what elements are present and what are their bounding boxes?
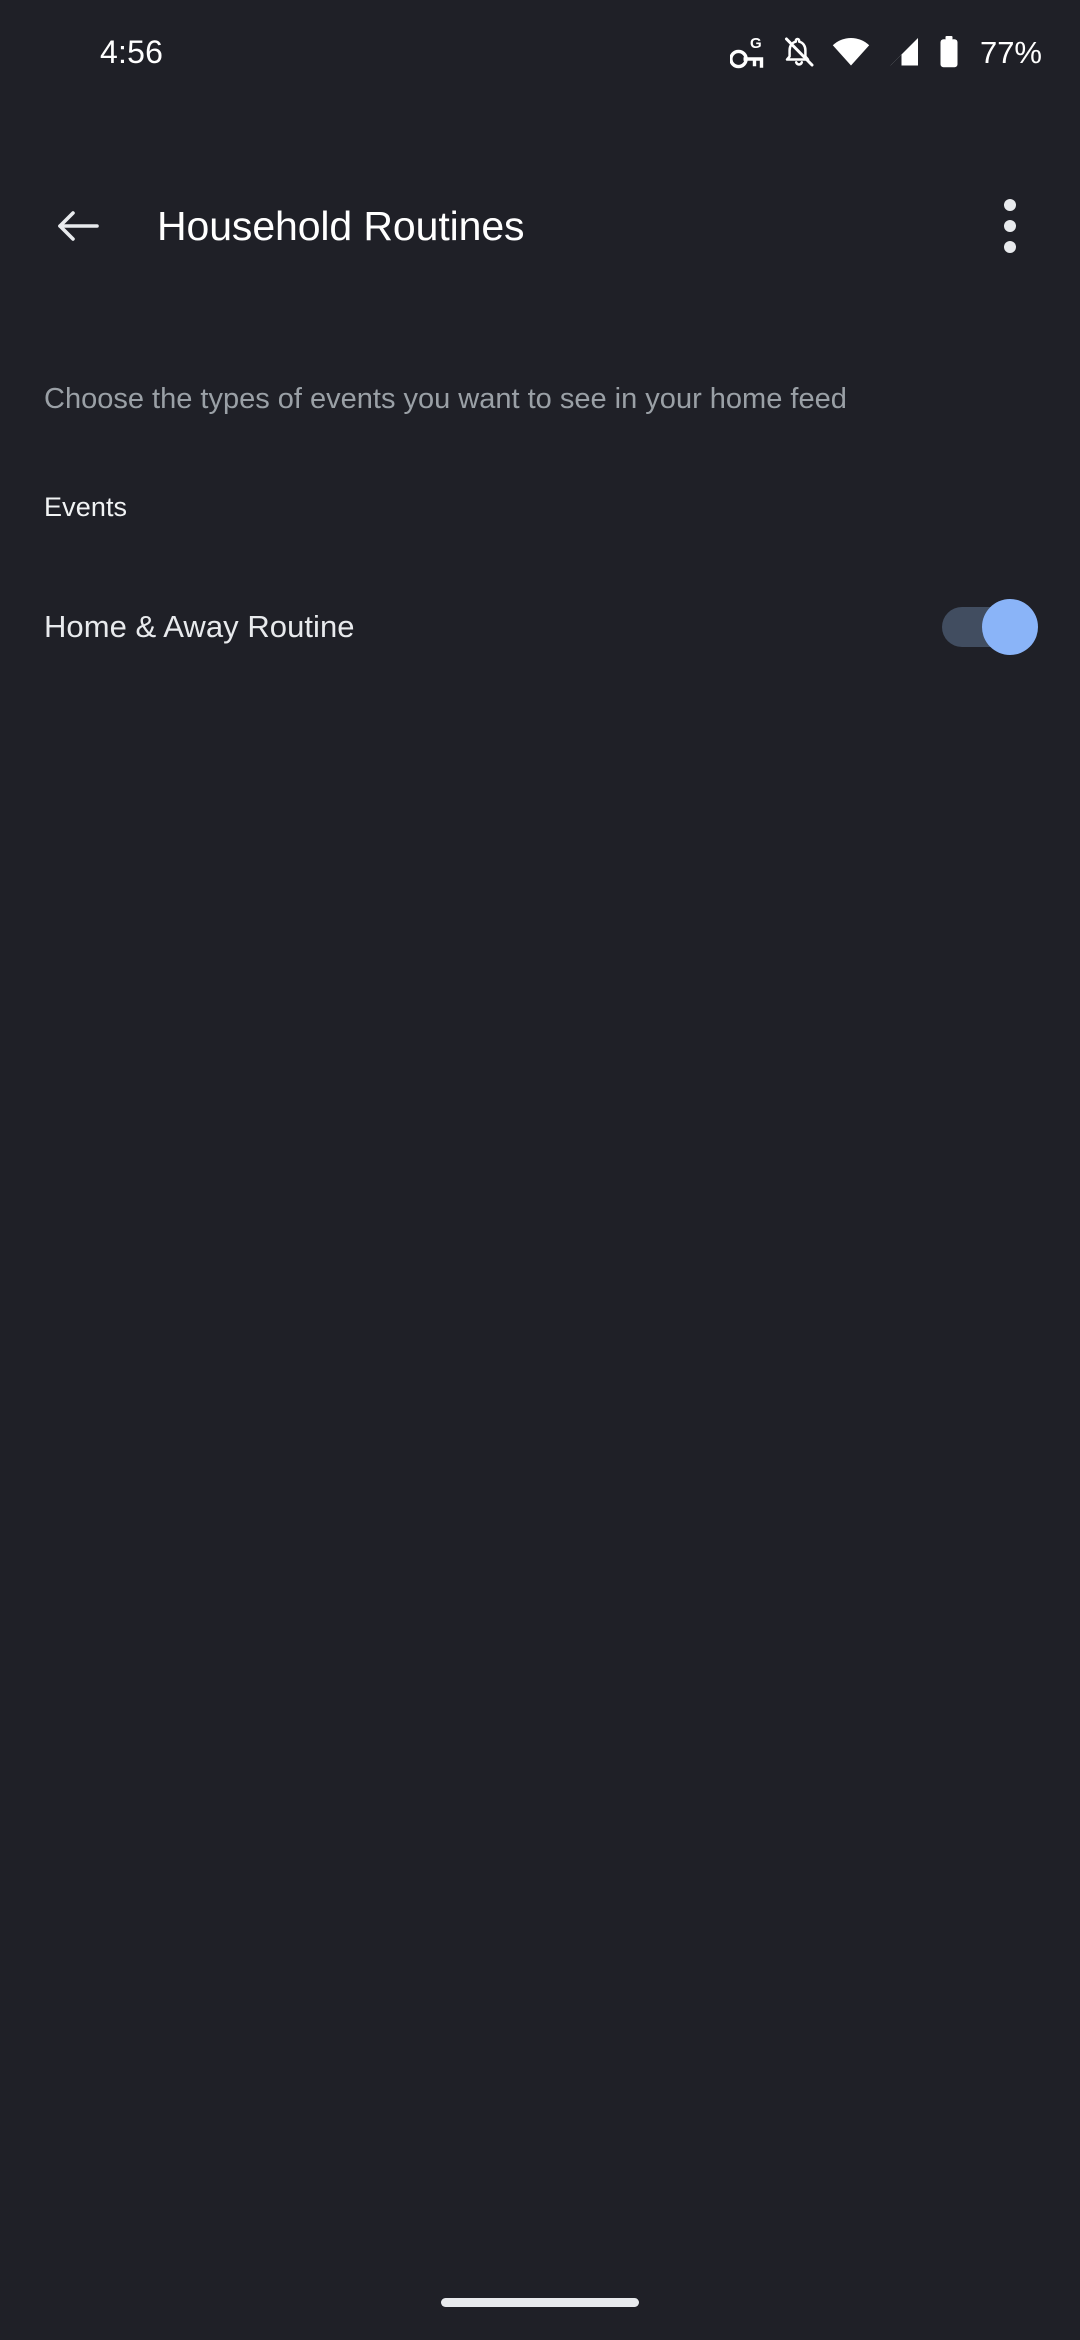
section-header-events: Events bbox=[44, 492, 128, 522]
app-screen: 4:56 G 77% Household Routines Choose the… bbox=[0, 0, 1080, 2340]
toggle-thumb bbox=[982, 599, 1038, 655]
status-bar-clock: 4:56 bbox=[100, 34, 164, 70]
cellular-signal-icon bbox=[887, 37, 921, 67]
battery-percent-label: 77% bbox=[979, 34, 1042, 70]
page-title: Household Routines bbox=[157, 202, 525, 249]
preference-row-home-away-routine[interactable]: Home & Away Routine bbox=[0, 575, 1080, 679]
battery-icon bbox=[938, 36, 960, 68]
toggle-home-away-routine[interactable] bbox=[942, 599, 1038, 655]
status-bar-icons: G 77% bbox=[729, 34, 1042, 70]
settings-content: Choose the types of events you want to s… bbox=[0, 282, 1080, 679]
status-bar: 4:56 G 77% bbox=[0, 0, 1080, 104]
vpn-key-icon: G bbox=[729, 35, 766, 69]
more-vert-icon-dot bbox=[1004, 241, 1016, 253]
notifications-off-icon bbox=[783, 35, 815, 69]
app-bar: Household Routines bbox=[0, 170, 1080, 282]
more-vert-icon-dot bbox=[1004, 220, 1016, 232]
wifi-icon bbox=[832, 37, 870, 67]
arrow-back-icon bbox=[58, 211, 99, 241]
page-description: Choose the types of events you want to s… bbox=[44, 383, 847, 415]
more-vert-icon-dot bbox=[1004, 199, 1016, 211]
preference-label: Home & Away Routine bbox=[44, 609, 355, 644]
back-button[interactable] bbox=[22, 170, 134, 282]
home-gesture-indicator[interactable] bbox=[441, 2298, 639, 2307]
overflow-menu-button[interactable] bbox=[954, 170, 1066, 282]
svg-text:G: G bbox=[750, 35, 762, 52]
